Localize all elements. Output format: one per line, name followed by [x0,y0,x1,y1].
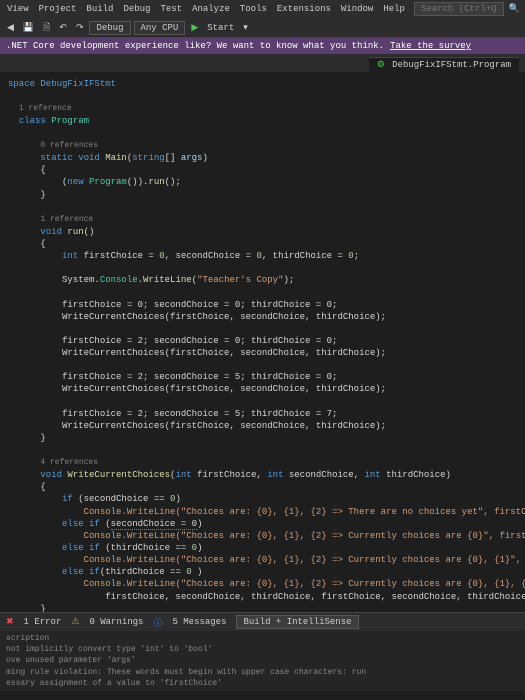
code-line: firstChoice, secondChoice, thirdChoice, … [105,592,525,602]
build-filter-dropdown[interactable]: Build + IntelliSense [236,615,358,629]
error-list-item[interactable]: ove unused parameter 'args' [6,655,519,666]
survey-text: .NET Core development experience like? W… [6,41,384,51]
nav-back-icon[interactable]: ◀ [4,22,17,34]
error-list-item[interactable]: not implicitly convert type 'int' to 'bo… [6,644,519,655]
error-icon: ✖ [6,617,14,627]
code-line: WriteCurrentChoices(firstChoice, secondC… [62,312,386,322]
menu-help[interactable]: Help [378,4,410,14]
error-count[interactable]: 1 Error [24,617,62,627]
menu-analyze[interactable]: Analyze [187,4,235,14]
platform-dropdown[interactable]: Any CPU [134,21,186,35]
play-icon[interactable]: ▶ [188,22,201,34]
error-list-item[interactable]: ming rule violation: These words must be… [6,667,519,678]
menu-view[interactable]: View [2,4,34,14]
survey-banner: .NET Core development experience like? W… [0,38,525,54]
code-line: firstChoice = 0; secondChoice = 0; third… [62,300,337,310]
tab-bar: ⚙ DebugFixIFStmt.Program [0,54,525,72]
code-line: Console.WriteLine("Choices are: {0}, {1}… [84,579,525,589]
code-line: WriteCurrentChoices(firstChoice, secondC… [62,384,386,394]
error-list-item[interactable]: essary assignment of a value to 'firstCh… [6,678,519,689]
editor-tab[interactable]: ⚙ DebugFixIFStmt.Program [369,57,519,72]
message-count[interactable]: 5 Messages [172,617,226,627]
code-line: firstChoice = 2; secondChoice = 5; third… [62,372,337,382]
survey-link[interactable]: Take the survey [390,41,471,51]
code-line: WriteCurrentChoices(firstChoice, secondC… [62,348,386,358]
search-input[interactable] [414,2,504,16]
warning-count[interactable]: 0 Warnings [89,617,143,627]
save-all-icon[interactable]: 🗎 [40,19,53,37]
menu-project[interactable]: Project [34,4,82,14]
menu-debug[interactable]: Debug [118,4,155,14]
code-line: Console.WriteLine("Choices are: {0}, {1}… [84,531,525,541]
save-icon[interactable]: 💾 [20,22,37,34]
menu-test[interactable]: Test [155,4,187,14]
info-icon: ⓘ [153,616,162,629]
codelens-ref[interactable]: 1 reference [40,215,93,224]
menu-extensions[interactable]: Extensions [272,4,336,14]
code-editor[interactable]: space DebugFixIFStmt 1 reference class P… [0,72,525,612]
menu-build[interactable]: Build [81,4,118,14]
code-line: firstChoice = 2; secondChoice = 0; third… [62,336,337,346]
start-button[interactable]: Start [204,22,237,34]
code-line: firstChoice = 2; secondChoice = 5; third… [62,409,337,419]
tab-label: DebugFixIFStmt.Program [392,60,511,70]
namespace-line: space DebugFixIFStmt [8,79,116,89]
warning-icon: ⚠ [71,617,79,627]
undo-icon[interactable]: ↶ [56,22,70,34]
error-summary-bar: ✖ 1 Error ⚠ 0 Warnings ⓘ 5 Messages Buil… [0,612,525,631]
redo-icon[interactable]: ↷ [73,22,87,34]
menu-window[interactable]: Window [336,4,378,14]
search-icon[interactable]: 🔍 [504,4,525,14]
menu-tools[interactable]: Tools [235,4,272,14]
menu-bar: View Project Build Debug Test Analyze To… [0,0,525,18]
codelens-ref[interactable]: 1 reference [19,104,72,113]
codelens-ref[interactable]: 4 references [40,458,98,467]
code-line: Console.WriteLine("Choices are: {0}, {1}… [84,555,525,565]
csharp-icon: ⚙ [377,60,385,70]
error-list-header: scription [6,633,519,644]
error-list[interactable]: scription not implicitly convert type 'i… [0,631,525,691]
chevron-down-icon[interactable]: ▾ [240,22,251,34]
toolbar: ◀ 💾 🗎 ↶ ↷ Debug Any CPU ▶ Start ▾ [0,18,525,38]
codelens-ref[interactable]: 0 references [40,141,98,150]
config-dropdown[interactable]: Debug [89,21,130,35]
code-line: Console.WriteLine("Choices are: {0}, {1}… [84,507,525,517]
code-line: WriteCurrentChoices(firstChoice, secondC… [62,421,386,431]
